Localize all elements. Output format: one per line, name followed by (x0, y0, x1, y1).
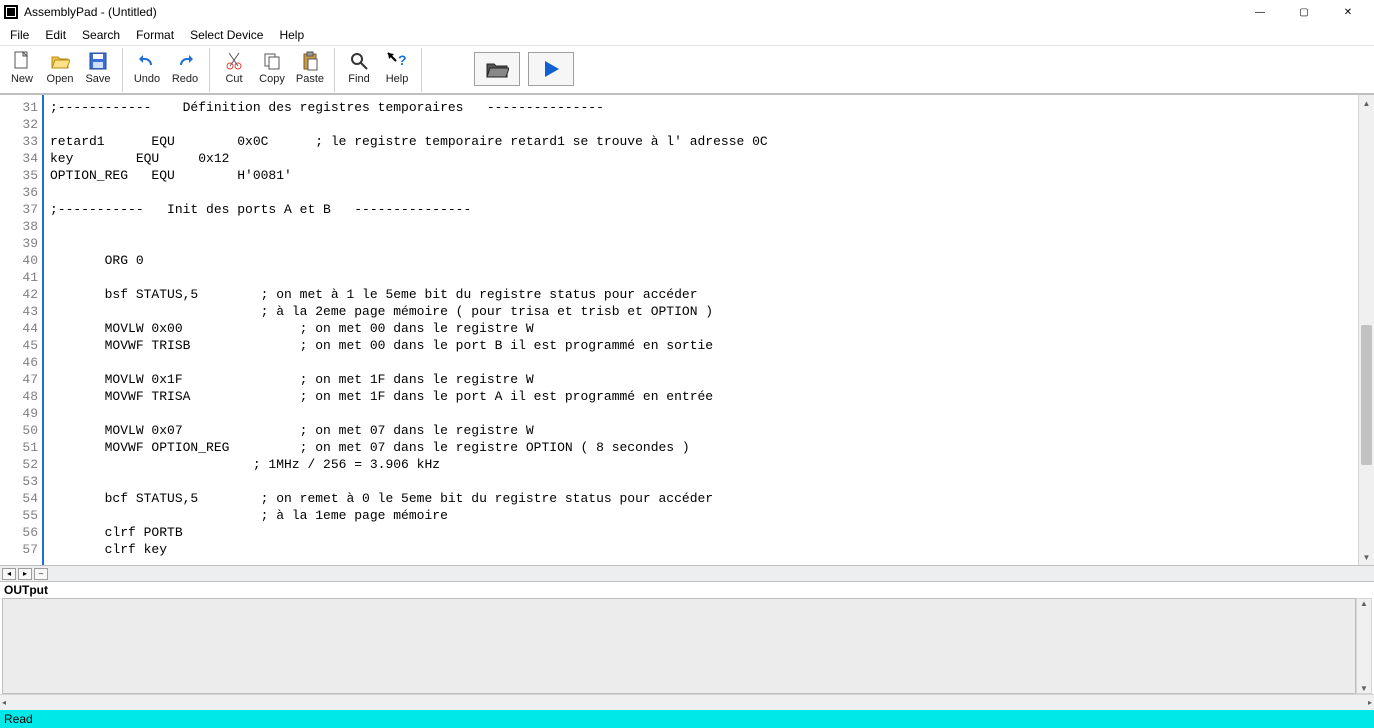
output-vertical-scrollbar[interactable]: ▲ ▼ (1356, 598, 1372, 694)
save-icon (87, 50, 109, 72)
redo-label: Redo (172, 73, 198, 85)
save-label: Save (85, 73, 110, 85)
statusbar: Read (0, 710, 1374, 728)
open-folder-icon (49, 50, 71, 72)
app-icon (4, 5, 18, 19)
output-panel[interactable]: ▲ ▼ (2, 598, 1356, 694)
menu-file[interactable]: File (2, 26, 37, 44)
toolbar: New Open Save Undo Redo (0, 46, 1374, 94)
redo-button[interactable]: Redo (167, 48, 203, 92)
menu-help[interactable]: Help (271, 26, 312, 44)
scroll-up-icon[interactable]: ▲ (1360, 599, 1368, 608)
cut-button[interactable]: Cut (216, 48, 252, 92)
help-label: Help (386, 73, 409, 85)
copy-button[interactable]: Copy (254, 48, 290, 92)
scroll-thumb[interactable] (1361, 325, 1372, 465)
cut-label: Cut (225, 73, 242, 85)
open-file-big-button[interactable] (474, 52, 520, 86)
document-tab-strip: ◂ ▸ – (0, 565, 1374, 581)
menu-select-device[interactable]: Select Device (182, 26, 271, 44)
scroll-up-icon[interactable]: ▲ (1359, 95, 1374, 111)
undo-button[interactable]: Undo (129, 48, 165, 92)
undo-label: Undo (134, 73, 160, 85)
line-number-gutter: 31 32 33 34 35 36 37 38 39 40 41 42 43 4… (0, 95, 44, 565)
scroll-left-icon[interactable]: ◂ (2, 698, 6, 707)
window-title: AssemblyPad - (Untitled) (24, 5, 157, 19)
close-button[interactable]: ✕ (1326, 0, 1370, 24)
save-button[interactable]: Save (80, 48, 116, 92)
menu-edit[interactable]: Edit (37, 26, 74, 44)
tab-minimize-button[interactable]: – (34, 568, 48, 580)
editor-area: 31 32 33 34 35 36 37 38 39 40 41 42 43 4… (0, 94, 1374, 565)
paste-label: Paste (296, 73, 324, 85)
new-file-icon (11, 50, 33, 72)
help-button[interactable]: ? Help (379, 48, 415, 92)
code-editor[interactable]: ;------------ Définition des registres t… (44, 95, 1358, 565)
open-label: Open (47, 73, 74, 85)
scroll-down-icon[interactable]: ▼ (1360, 684, 1368, 693)
minimize-button[interactable]: — (1238, 0, 1282, 24)
find-button[interactable]: Find (341, 48, 377, 92)
cut-icon (223, 50, 245, 72)
menu-format[interactable]: Format (128, 26, 182, 44)
vertical-scrollbar[interactable]: ▲ ▼ (1358, 95, 1374, 565)
titlebar: AssemblyPad - (Untitled) — ▢ ✕ (0, 0, 1374, 24)
open-folder-icon (485, 59, 509, 79)
menu-search[interactable]: Search (74, 26, 128, 44)
scroll-down-icon[interactable]: ▼ (1359, 549, 1374, 565)
new-label: New (11, 73, 33, 85)
horizontal-scrollbar[interactable]: ◂ ▸ (0, 694, 1374, 710)
open-button[interactable]: Open (42, 48, 78, 92)
svg-text:?: ? (398, 52, 407, 68)
paste-icon (299, 50, 321, 72)
copy-icon (261, 50, 283, 72)
redo-icon (174, 50, 196, 72)
run-button[interactable] (528, 52, 574, 86)
find-icon (348, 50, 370, 72)
tab-next-button[interactable]: ▸ (18, 568, 32, 580)
find-label: Find (348, 73, 369, 85)
paste-button[interactable]: Paste (292, 48, 328, 92)
output-panel-label: OUTput (0, 581, 1374, 598)
scroll-right-icon[interactable]: ▸ (1368, 698, 1372, 707)
undo-icon (136, 50, 158, 72)
copy-label: Copy (259, 73, 285, 85)
tab-prev-button[interactable]: ◂ (2, 568, 16, 580)
new-button[interactable]: New (4, 48, 40, 92)
status-text: Read (4, 712, 33, 726)
maximize-button[interactable]: ▢ (1282, 0, 1326, 24)
play-icon (541, 59, 561, 79)
help-icon: ? (386, 50, 408, 72)
menubar: File Edit Search Format Select Device He… (0, 24, 1374, 46)
